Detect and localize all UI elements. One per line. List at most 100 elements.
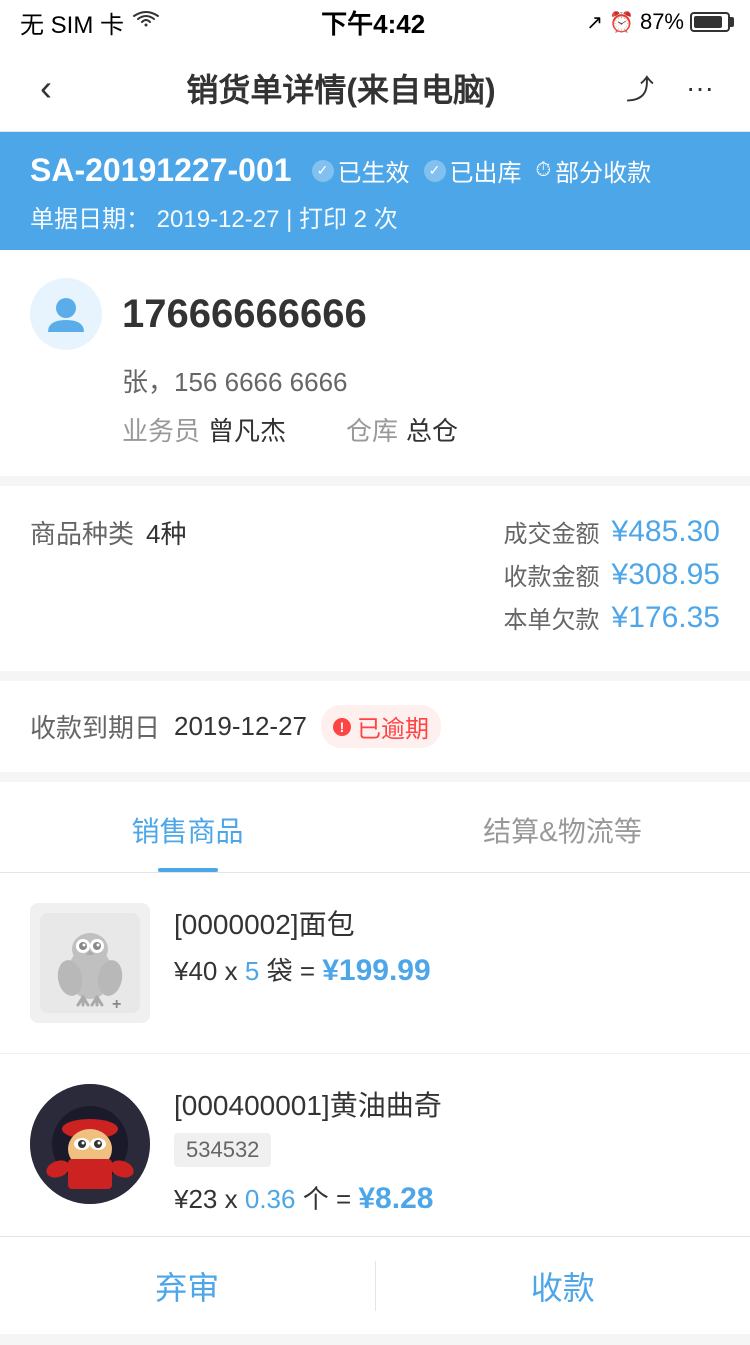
received-row: 收款金额 ¥308.95 bbox=[504, 557, 720, 592]
product-name-1: [0000002]面包 bbox=[174, 903, 720, 943]
header-banner: SA-20191227-001 ✓ 已生效 ✓ 已出库 ⏱ 部分收款 单据日期：… bbox=[0, 132, 750, 250]
nav-actions: ⤴ ··· bbox=[620, 62, 720, 114]
more-button[interactable]: ··· bbox=[680, 66, 720, 110]
product-equal-2: = bbox=[336, 1184, 358, 1214]
stats-right: 成交金额 ¥485.30 收款金额 ¥308.95 本单欠款 ¥176.35 bbox=[504, 514, 720, 643]
status-tags: ✓ 已生效 ✓ 已出库 ⏱ 部分收款 bbox=[312, 153, 652, 188]
warehouse-value: 总仓 bbox=[406, 411, 458, 448]
sales-value: 曾凡杰 bbox=[208, 411, 286, 448]
debt-row: 本单欠款 ¥176.35 bbox=[504, 600, 720, 635]
product-qty-1: 5 bbox=[245, 956, 259, 986]
product-price-row-2: ¥23 x 0.36 个 = ¥8.28 bbox=[174, 1179, 720, 1216]
location-icon: ↗ bbox=[586, 10, 603, 35]
product-multiply-2: x bbox=[225, 1184, 245, 1214]
tab-settlement[interactable]: 结算&物流等 bbox=[375, 782, 750, 872]
status-tag-shipped: ✓ 已出库 bbox=[424, 153, 522, 188]
sales-meta: 业务员 曾凡杰 bbox=[122, 411, 286, 448]
status-right: ↗ ⏰ 87% bbox=[586, 9, 730, 35]
banner-row2: 单据日期： 2019-12-27 | 打印 2 次 bbox=[30, 199, 720, 234]
product-total-1: ¥199.99 bbox=[322, 954, 430, 987]
check-icon-1: ✓ bbox=[312, 160, 334, 182]
check-icon-2: ✓ bbox=[424, 160, 446, 182]
status-shipped-label: 已出库 bbox=[450, 153, 522, 188]
nav-bar: ‹ 销货单详情(来自电脑) ⤴ ··· bbox=[0, 44, 750, 132]
category-value: 4种 bbox=[146, 514, 186, 551]
product-name-2: [000400001]黄油曲奇 bbox=[174, 1084, 720, 1124]
tab-sales-products[interactable]: 销售商品 bbox=[0, 782, 375, 872]
bottom-bar: 弃审 收款 bbox=[0, 1236, 750, 1334]
battery-icon bbox=[690, 12, 730, 32]
due-label: 收款到期日 bbox=[30, 708, 160, 745]
product-price-2: ¥23 bbox=[174, 1184, 217, 1214]
debt-value: ¥176.35 bbox=[612, 601, 720, 635]
customer-section: 17666666666 张，156 6666 6666 业务员 曾凡杰 仓库 总… bbox=[0, 250, 750, 476]
status-partial-label: 部分收款 bbox=[555, 153, 651, 188]
category-label: 商品种类 bbox=[30, 514, 134, 551]
collect-payment-button[interactable]: 收款 bbox=[376, 1235, 750, 1337]
banner-row1: SA-20191227-001 ✓ 已生效 ✓ 已出库 ⏱ 部分收款 bbox=[30, 152, 720, 189]
status-tag-partial: ⏱ 部分收款 bbox=[536, 153, 652, 188]
category-row: 商品种类 4种 bbox=[30, 514, 186, 551]
tabs-section: 销售商品 结算&物流等 bbox=[0, 782, 750, 873]
date-label: 单据日期： bbox=[30, 206, 150, 233]
product-unit-1: 袋 bbox=[267, 956, 293, 986]
product-qty-2: 0.36 bbox=[245, 1184, 296, 1214]
alarm-icon: ⏰ bbox=[609, 10, 634, 35]
battery-percent: 87% bbox=[640, 9, 684, 35]
back-button[interactable]: ‹ bbox=[30, 57, 62, 119]
stats-left: 商品种类 4种 bbox=[30, 514, 186, 557]
product-unit-2: 个 bbox=[303, 1184, 329, 1214]
cancel-review-button[interactable]: 弃审 bbox=[0, 1235, 375, 1337]
due-section: 收款到期日 2019-12-27 ! 已逾期 bbox=[0, 681, 750, 772]
amount-label: 成交金额 bbox=[504, 514, 600, 549]
carrier-label: 无 SIM 卡 bbox=[20, 5, 124, 40]
status-tag-effective: ✓ 已生效 bbox=[312, 153, 410, 188]
products-section: + [0000002]面包 ¥40 x 5 袋 = ¥199.99 bbox=[0, 873, 750, 1247]
product-info-2: [000400001]黄油曲奇 534532 ¥23 x 0.36 个 = ¥8… bbox=[174, 1084, 720, 1216]
product-price-1: ¥40 bbox=[174, 956, 217, 986]
customer-phone: 17666666666 bbox=[122, 292, 367, 337]
share-button[interactable]: ⤴ bbox=[620, 62, 660, 114]
page-title: 销货单详情(来自电脑) bbox=[186, 65, 495, 111]
overdue-text: 已逾期 bbox=[357, 709, 429, 744]
product-info-1: [0000002]面包 ¥40 x 5 袋 = ¥199.99 bbox=[174, 903, 720, 1023]
customer-name-phone: 张，156 6666 6666 bbox=[30, 362, 720, 399]
customer-top: 17666666666 bbox=[30, 278, 720, 350]
tabs-row: 销售商品 结算&物流等 bbox=[0, 782, 750, 873]
warehouse-label: 仓库 bbox=[346, 411, 398, 448]
sales-label: 业务员 bbox=[122, 411, 200, 448]
product-image-2 bbox=[30, 1084, 150, 1204]
tab-sales-label: 销售商品 bbox=[131, 816, 243, 847]
product-item-2: [000400001]黄油曲奇 534532 ¥23 x 0.36 个 = ¥8… bbox=[0, 1054, 750, 1247]
received-label: 收款金额 bbox=[504, 557, 600, 592]
amount-row: 成交金额 ¥485.30 bbox=[504, 514, 720, 549]
overdue-badge: ! 已逾期 bbox=[321, 705, 441, 748]
customer-meta: 业务员 曾凡杰 仓库 总仓 bbox=[30, 411, 720, 448]
product-price-row-1: ¥40 x 5 袋 = ¥199.99 bbox=[174, 951, 720, 988]
debt-label: 本单欠款 bbox=[504, 600, 600, 635]
tab-settlement-label: 结算&物流等 bbox=[483, 816, 642, 847]
received-value: ¥308.95 bbox=[612, 558, 720, 592]
clock-icon: ⏱ bbox=[536, 159, 552, 182]
status-effective-label: 已生效 bbox=[338, 153, 410, 188]
order-id: SA-20191227-001 bbox=[30, 152, 292, 189]
product-image-1: + bbox=[30, 903, 150, 1023]
status-left: 无 SIM 卡 bbox=[20, 5, 160, 40]
status-time: 下午4:42 bbox=[321, 4, 425, 41]
product-item: + [0000002]面包 ¥40 x 5 袋 = ¥199.99 bbox=[0, 873, 750, 1054]
status-bar: 无 SIM 卡 下午4:42 ↗ ⏰ 87% bbox=[0, 0, 750, 44]
amount-value: ¥485.30 bbox=[612, 515, 720, 549]
overdue-dot-icon: ! bbox=[333, 718, 351, 736]
warehouse-meta: 仓库 总仓 bbox=[346, 411, 458, 448]
product-total-2: ¥8.28 bbox=[358, 1182, 433, 1215]
wifi-icon bbox=[132, 8, 160, 36]
product-tag-2: 534532 bbox=[174, 1133, 271, 1167]
order-date: 2019-12-27 bbox=[157, 206, 280, 233]
svg-text:+: + bbox=[112, 996, 121, 1013]
due-date-value: 2019-12-27 bbox=[174, 711, 307, 742]
stats-section: 商品种类 4种 成交金额 ¥485.30 收款金额 ¥308.95 本单欠款 ¥… bbox=[0, 486, 750, 671]
product-equal-1: = bbox=[300, 956, 322, 986]
print-info: | 打印 2 次 bbox=[286, 206, 398, 233]
product-multiply-1: x bbox=[225, 956, 245, 986]
avatar bbox=[30, 278, 102, 350]
